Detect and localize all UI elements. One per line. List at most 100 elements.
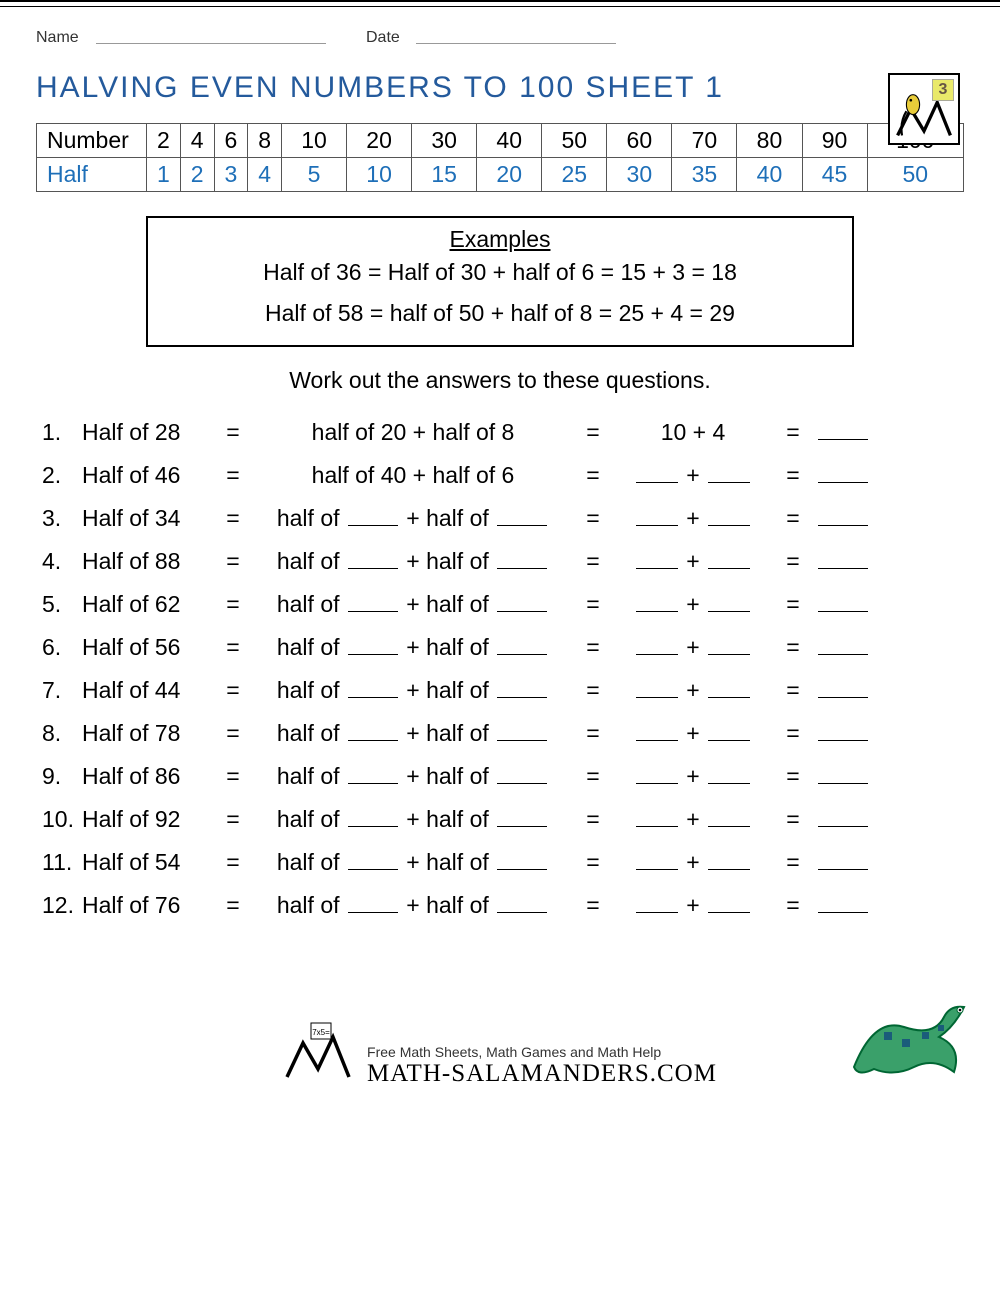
question-sum: + (608, 892, 778, 919)
table-row: Half12345101520253035404550 (37, 158, 964, 192)
answer-blank[interactable] (818, 740, 868, 741)
question-prompt: Half of 46 (82, 462, 218, 489)
question-breakdown: half of + half of (248, 634, 578, 661)
question-breakdown: half of + half of (248, 892, 578, 919)
ref-label: Half (37, 158, 147, 192)
ref-cell: 40 (477, 124, 542, 158)
answer-blank[interactable] (818, 869, 868, 870)
question-row: 5.Half of 62=half of + half of = + = (36, 584, 964, 627)
answer-blank[interactable] (636, 826, 678, 827)
equals-sign: = (778, 677, 808, 704)
ref-cell: 25 (542, 158, 607, 192)
question-sum: 10 + 4 (608, 419, 778, 446)
ref-cell: 90 (802, 124, 867, 158)
answer-blank[interactable] (818, 525, 868, 526)
ref-cell: 60 (607, 124, 672, 158)
answer-blank[interactable] (636, 654, 678, 655)
ref-cell: 8 (248, 124, 282, 158)
answer-blank[interactable] (497, 611, 547, 612)
answer-blank[interactable] (708, 783, 750, 784)
equals-sign: = (218, 548, 248, 575)
answer-blank[interactable] (818, 439, 868, 440)
example-line: Half of 36 = Half of 30 + half of 6 = 15… (158, 259, 842, 286)
questions-list: 1.Half of 28=half of 20 + half of 8=10 +… (36, 412, 964, 928)
answer-blank[interactable] (636, 783, 678, 784)
answer-blank[interactable] (708, 826, 750, 827)
question-sum: + (608, 591, 778, 618)
answer-blank[interactable] (636, 525, 678, 526)
equals-sign: = (778, 505, 808, 532)
footer-logo-icon: 7x5= (283, 1013, 353, 1088)
answer-blank[interactable] (497, 697, 547, 698)
question-answer (808, 462, 878, 489)
answer-blank[interactable] (636, 912, 678, 913)
answer-blank[interactable] (497, 525, 547, 526)
question-breakdown: half of + half of (248, 548, 578, 575)
answer-blank[interactable] (818, 482, 868, 483)
answer-blank[interactable] (708, 654, 750, 655)
answer-blank[interactable] (348, 568, 398, 569)
answer-blank[interactable] (497, 654, 547, 655)
answer-blank[interactable] (497, 912, 547, 913)
answer-blank[interactable] (348, 654, 398, 655)
answer-blank[interactable] (348, 740, 398, 741)
answer-blank[interactable] (348, 611, 398, 612)
ref-cell: 30 (412, 124, 477, 158)
answer-blank[interactable] (348, 912, 398, 913)
answer-blank[interactable] (348, 525, 398, 526)
answer-blank[interactable] (636, 740, 678, 741)
answer-blank[interactable] (708, 912, 750, 913)
answer-blank[interactable] (636, 568, 678, 569)
equals-sign: = (218, 677, 248, 704)
answer-blank[interactable] (818, 654, 868, 655)
answer-blank[interactable] (348, 783, 398, 784)
question-sum: + (608, 677, 778, 704)
answer-blank[interactable] (818, 697, 868, 698)
answer-blank[interactable] (818, 568, 868, 569)
equals-sign: = (778, 548, 808, 575)
question-breakdown: half of + half of (248, 849, 578, 876)
answer-blank[interactable] (818, 611, 868, 612)
equals-sign: = (778, 634, 808, 661)
answer-blank[interactable] (708, 869, 750, 870)
answer-blank[interactable] (497, 783, 547, 784)
question-number: 6. (36, 634, 82, 661)
question-row: 9.Half of 86=half of + half of = + = (36, 756, 964, 799)
answer-blank[interactable] (636, 611, 678, 612)
answer-blank[interactable] (636, 697, 678, 698)
ref-cell: 6 (214, 124, 248, 158)
answer-blank[interactable] (348, 869, 398, 870)
ref-cell: 15 (412, 158, 477, 192)
answer-blank[interactable] (708, 568, 750, 569)
answer-blank[interactable] (348, 697, 398, 698)
equals-sign: = (578, 720, 608, 747)
answer-blank[interactable] (497, 826, 547, 827)
answer-blank[interactable] (708, 482, 750, 483)
ref-cell: 3 (214, 158, 248, 192)
equals-sign: = (218, 763, 248, 790)
answer-blank[interactable] (708, 697, 750, 698)
answer-blank[interactable] (708, 611, 750, 612)
answer-blank[interactable] (636, 869, 678, 870)
question-answer (808, 892, 878, 919)
answer-blank[interactable] (708, 740, 750, 741)
question-prompt: Half of 76 (82, 892, 218, 919)
question-sum: + (608, 634, 778, 661)
answer-blank[interactable] (497, 869, 547, 870)
equals-sign: = (218, 419, 248, 446)
example-line: Half of 58 = half of 50 + half of 8 = 25… (158, 300, 842, 327)
table-row: Number2468102030405060708090100 (37, 124, 964, 158)
answer-blank[interactable] (497, 568, 547, 569)
equals-sign: = (218, 591, 248, 618)
answer-blank[interactable] (708, 525, 750, 526)
answer-blank[interactable] (818, 783, 868, 784)
answer-blank[interactable] (636, 482, 678, 483)
equals-sign: = (578, 849, 608, 876)
answer-blank[interactable] (818, 912, 868, 913)
ref-cell: 45 (802, 158, 867, 192)
answer-blank[interactable] (497, 740, 547, 741)
answer-blank[interactable] (348, 826, 398, 827)
name-label: Name (36, 29, 79, 47)
question-number: 9. (36, 763, 82, 790)
answer-blank[interactable] (818, 826, 868, 827)
